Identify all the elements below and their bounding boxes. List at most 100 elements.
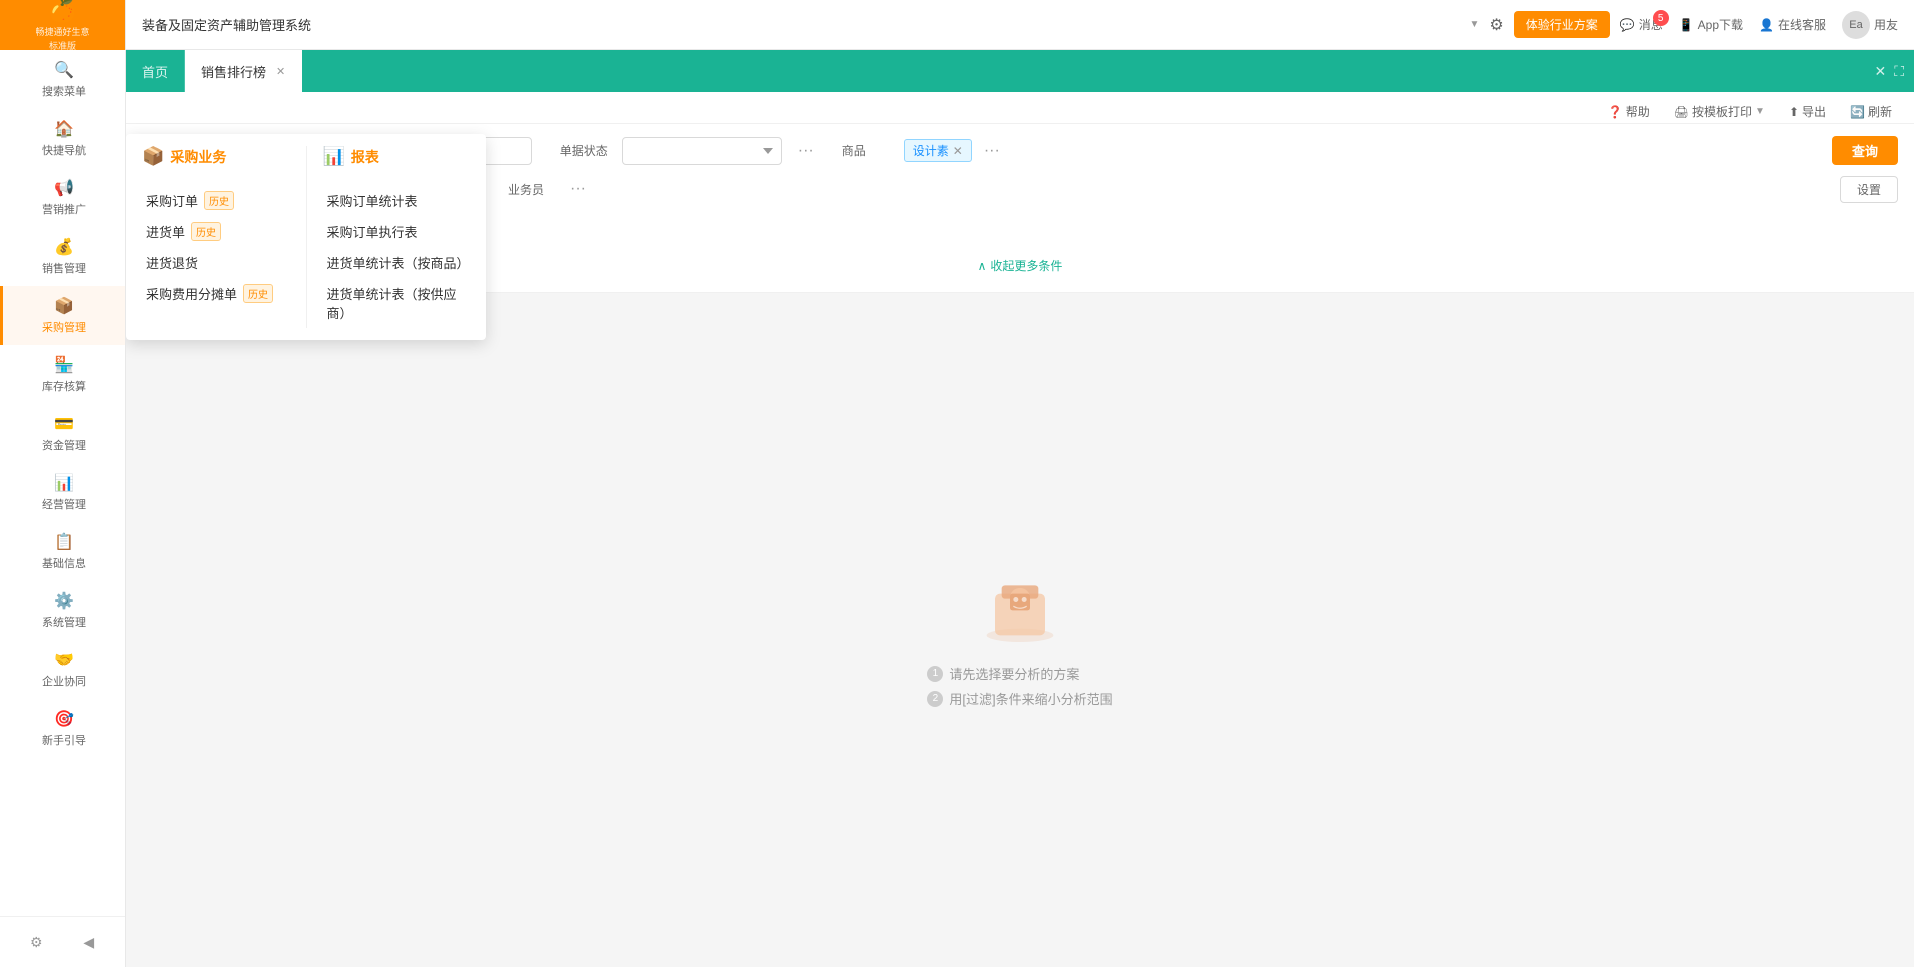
sidebar-item-inventory[interactable]: 🏪 库存核算 [0, 345, 125, 404]
report-item-2-label: 采购订单执行表 [327, 222, 418, 241]
sidebar-item-system[interactable]: ⚙️ 系统管理 [0, 581, 125, 640]
sys-title-dropdown-icon[interactable]: ▼ [1469, 19, 1479, 30]
app-download-button[interactable]: 📱 App下载 [1679, 16, 1743, 33]
sidebar: 🍊 畅捷通好生意 标准版 🔍 搜索菜单 🏠 快捷导航 📢 营销推广 💰 销售管理… [0, 0, 126, 967]
app-logo: 🍊 畅捷通好生意 标准版 [0, 0, 125, 50]
collapse-sidebar-button[interactable]: ◀ [74, 927, 104, 957]
purchase-return-item[interactable]: 进货退货 [142, 247, 290, 278]
sidebar-item-marketing[interactable]: 📢 营销推广 [0, 168, 125, 227]
system-icon: ⚙️ [54, 591, 74, 611]
purchase-receipt-label: 进货单 [146, 222, 185, 241]
sidebar-bottom: ⚙ ◀ [0, 916, 125, 967]
online-service-button[interactable]: 👤 在线客服 [1759, 16, 1826, 33]
report-item-4-label: 进货单统计表（按供应商） [327, 284, 467, 322]
purchase-receipt-item[interactable]: 进货单 历史 [142, 216, 290, 247]
purchase-receipt-history-badge: 历史 [191, 222, 221, 241]
basic-info-icon: 📋 [54, 532, 74, 552]
home-icon: 🏠 [54, 119, 74, 139]
header-settings-icon[interactable]: ⚙ [1489, 15, 1503, 35]
sidebar-item-label: 库存核算 [42, 378, 86, 394]
phone-icon: 📱 [1679, 18, 1694, 32]
dropdown-overlay[interactable]: 📦 采购业务 采购订单 历史 进货单 历史 进货退货 [126, 92, 1914, 967]
purchase-expense-item[interactable]: 采购费用分摊单 历史 [142, 278, 290, 309]
message-icon: 💬 [1620, 18, 1635, 32]
logo-icon: 🍊 [49, 0, 76, 24]
tab-maximize-icon[interactable]: ⛶ [1894, 63, 1904, 80]
main-area: 装备及固定资产辅助管理系统 ▼ ⚙ 体验行业方案 💬 消息 5 📱 App下载 … [126, 0, 1914, 967]
purchase-col-header: 📦 采购业务 [142, 146, 290, 175]
content-area: ❓ 帮助 🖨 按模板打印 ▼ ⬆ 导出 🔄 刷新 今天 [126, 92, 1914, 967]
dropdown-columns: 📦 采购业务 采购订单 历史 进货单 历史 进货退货 [126, 146, 486, 328]
sidebar-item-label: 基础信息 [42, 555, 86, 571]
report-item-1[interactable]: 采购订单统计表 [323, 185, 471, 216]
report-col: 📊 报表 采购订单统计表 采购订单执行表 进货单统计表（按商品） [306, 146, 487, 328]
sidebar-nav: 🔍 搜索菜单 🏠 快捷导航 📢 营销推广 💰 销售管理 📦 采购管理 🏪 库存核… [0, 50, 125, 916]
sidebar-item-label: 企业协同 [42, 673, 86, 689]
report-col-header: 📊 报表 [323, 146, 471, 175]
purchase-expense-history-badge: 历史 [243, 284, 273, 303]
service-icon: 👤 [1759, 18, 1774, 32]
purchase-icon: 📦 [54, 296, 74, 316]
sidebar-item-enterprise[interactable]: 🤝 企业协同 [0, 640, 125, 699]
sidebar-item-sales[interactable]: 💰 销售管理 [0, 227, 125, 286]
guide-icon: 🎯 [54, 709, 74, 729]
sidebar-item-label: 经营管理 [42, 496, 86, 512]
marketing-icon: 📢 [54, 178, 74, 198]
report-item-3-label: 进货单统计表（按商品） [327, 253, 467, 272]
tab-close-icon[interactable]: ✕ [276, 65, 285, 78]
tab-home[interactable]: 首页 [126, 50, 185, 92]
tab-bar-right: ✕ ⛶ [1864, 63, 1914, 80]
report-item-4[interactable]: 进货单统计表（按供应商） [323, 278, 471, 328]
sidebar-item-guide[interactable]: 🎯 新手引导 [0, 699, 125, 758]
purchase-order-item[interactable]: 采购订单 历史 [142, 185, 290, 216]
purchase-col-title: 采购业务 [170, 147, 226, 167]
purchase-col-icon: 📦 [142, 146, 164, 167]
system-title: 装备及固定资产辅助管理系统 [142, 15, 1459, 34]
sidebar-item-label: 资金管理 [42, 437, 86, 453]
user-avatar: Ea [1842, 11, 1870, 39]
search-icon: 🔍 [54, 60, 74, 80]
purchase-order-label: 采购订单 [146, 191, 198, 210]
sidebar-item-operations[interactable]: 📊 经营管理 [0, 463, 125, 522]
sidebar-item-quick-nav[interactable]: 🏠 快捷导航 [0, 109, 125, 168]
header-right-actions: 💬 消息 5 📱 App下载 👤 在线客服 Ea 用友 [1620, 11, 1898, 39]
report-col-title: 报表 [351, 147, 379, 167]
sales-icon: 💰 [54, 237, 74, 257]
purchase-expense-label: 采购费用分摊单 [146, 284, 237, 303]
finance-icon: 💳 [54, 414, 74, 434]
messages-button[interactable]: 💬 消息 5 [1620, 16, 1663, 33]
industry-solution-button[interactable]: 体验行业方案 [1514, 11, 1610, 38]
purchase-order-history-badge: 历史 [204, 191, 234, 210]
settings-bottom-button[interactable]: ⚙ [21, 927, 51, 957]
messages-badge: 5 [1653, 10, 1669, 26]
tab-home-label: 首页 [142, 62, 168, 81]
sidebar-item-label: 营销推广 [42, 201, 86, 217]
purchase-col: 📦 采购业务 采购订单 历史 进货单 历史 进货退货 [126, 146, 306, 328]
sidebar-item-label: 新手引导 [42, 732, 86, 748]
tab-sales-ranking-label: 销售排行榜 [201, 62, 266, 81]
sidebar-item-basic-info[interactable]: 📋 基础信息 [0, 522, 125, 581]
sidebar-item-label: 销售管理 [42, 260, 86, 276]
report-item-3[interactable]: 进货单统计表（按商品） [323, 247, 471, 278]
tab-bar: 首页 销售排行榜 ✕ ✕ ⛶ [126, 50, 1914, 92]
user-menu[interactable]: Ea 用友 [1842, 11, 1898, 39]
tab-sales-ranking[interactable]: 销售排行榜 ✕ [185, 50, 302, 92]
operations-icon: 📊 [54, 473, 74, 493]
logo-line1: 畅捷通好生意 [35, 25, 89, 38]
sidebar-item-purchase[interactable]: 📦 采购管理 [0, 286, 125, 345]
sidebar-item-label: 系统管理 [42, 614, 86, 630]
enterprise-icon: 🤝 [54, 650, 74, 670]
sidebar-item-label: 快捷导航 [42, 142, 86, 158]
sidebar-item-label: 搜索菜单 [42, 83, 86, 99]
sidebar-item-search[interactable]: 🔍 搜索菜单 [0, 50, 125, 109]
inventory-icon: 🏪 [54, 355, 74, 375]
report-col-icon: 📊 [323, 146, 345, 167]
user-name: 用友 [1874, 16, 1898, 33]
report-item-2[interactable]: 采购订单执行表 [323, 216, 471, 247]
purchase-return-label: 进货退货 [146, 253, 198, 272]
sidebar-item-finance[interactable]: 💳 资金管理 [0, 404, 125, 463]
report-item-1-label: 采购订单统计表 [327, 191, 418, 210]
tab-close-window-icon[interactable]: ✕ [1874, 63, 1886, 80]
sidebar-item-label: 采购管理 [42, 319, 86, 335]
purchase-dropdown-menu: 📦 采购业务 采购订单 历史 进货单 历史 进货退货 [126, 134, 486, 340]
